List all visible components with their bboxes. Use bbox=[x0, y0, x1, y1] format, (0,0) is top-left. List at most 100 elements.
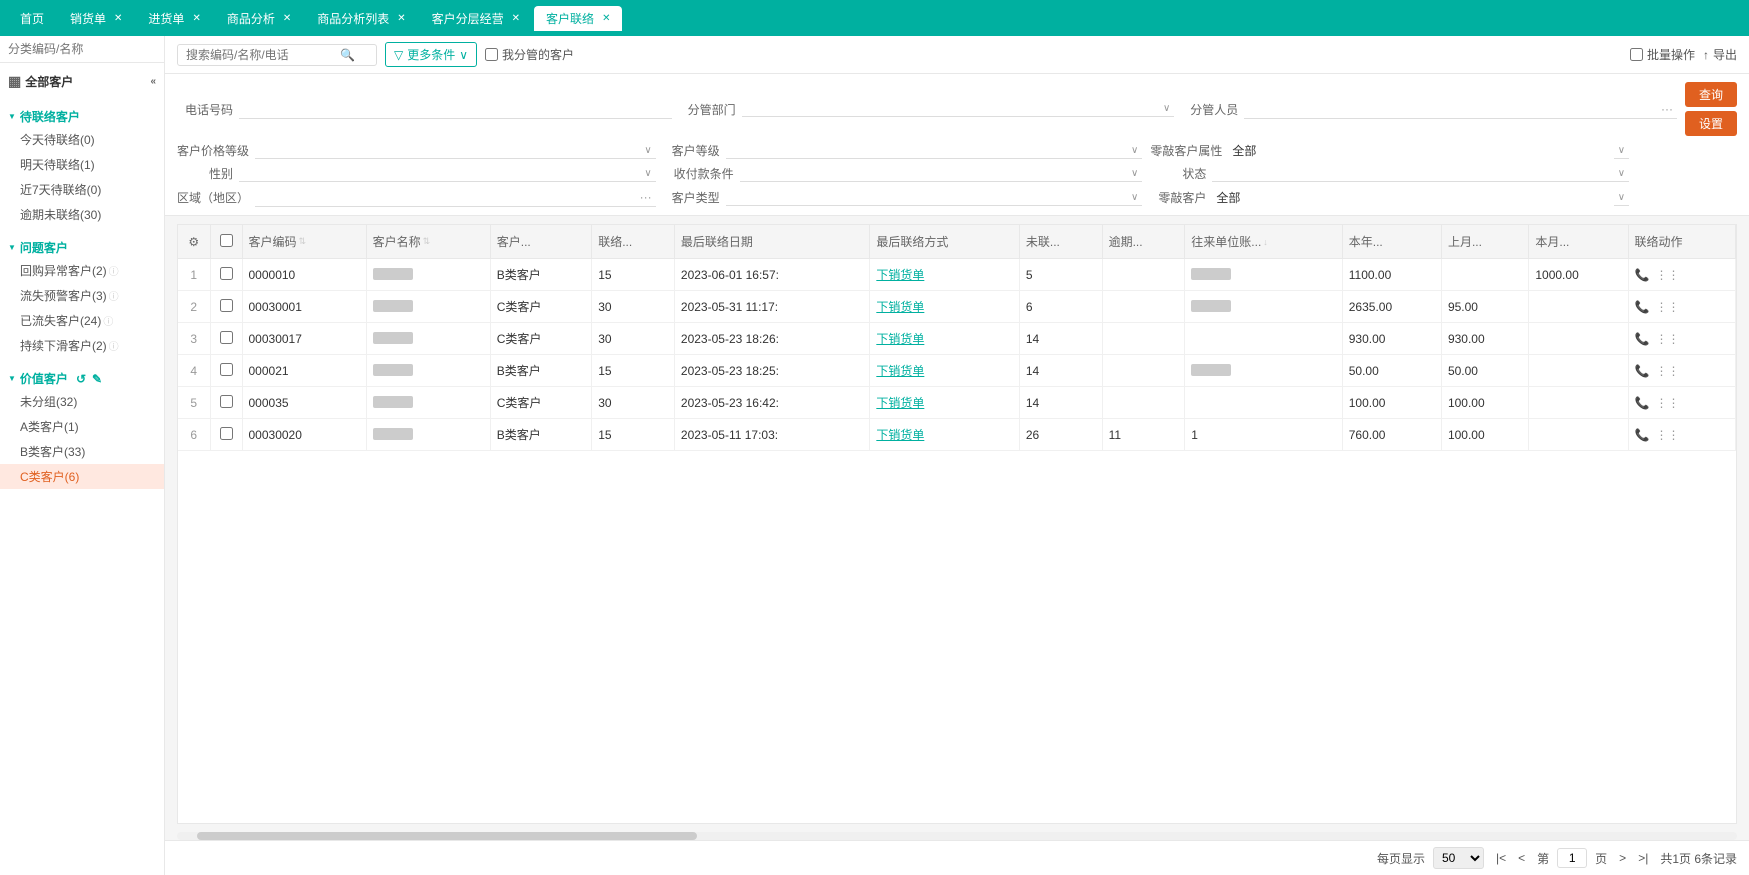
per-page-select[interactable]: 50 100 200 bbox=[1433, 847, 1484, 869]
sidebar-all-customers[interactable]: ▦ 全部客户 « bbox=[0, 67, 164, 96]
row-checkbox[interactable] bbox=[220, 395, 233, 408]
nav-sales-close[interactable]: ✕ bbox=[114, 13, 122, 24]
method-link[interactable]: 下销货单 bbox=[876, 428, 924, 442]
row-method[interactable]: 下销货单 bbox=[870, 291, 1020, 323]
sidebar-item-declining[interactable]: 持续下滑客户(2) ⓘ bbox=[0, 333, 164, 358]
nav-purchase-close[interactable]: ✕ bbox=[192, 13, 200, 24]
customer-type-select[interactable]: ∨ bbox=[726, 190, 1143, 206]
sidebar-item-class-c[interactable]: C类客户(6) bbox=[0, 464, 164, 489]
sidebar-value-label[interactable]: ▼ 价值客户 ↺ ✎ bbox=[0, 366, 164, 389]
nav-item-sales[interactable]: 销货单 ✕ bbox=[58, 6, 134, 31]
sidebar-pending-label[interactable]: ▼ 待联络客户 bbox=[0, 104, 164, 127]
sidebar-item-ungrouped[interactable]: 未分组(32) bbox=[0, 389, 164, 414]
row-method[interactable]: 下销货单 bbox=[870, 259, 1020, 291]
nav-product-list-close[interactable]: ✕ bbox=[397, 13, 405, 24]
batch-op-label: 批量操作 bbox=[1647, 46, 1695, 63]
edit-icon[interactable]: ✎ bbox=[92, 372, 102, 386]
method-link[interactable]: 下销货单 bbox=[876, 300, 924, 314]
action-more-icon[interactable]: ⋮⋮ bbox=[1656, 396, 1680, 410]
method-link[interactable]: 下销货单 bbox=[876, 396, 924, 410]
nav-customer-contact-close[interactable]: ✕ bbox=[602, 13, 610, 24]
page-number-input[interactable] bbox=[1557, 848, 1587, 868]
query-button[interactable]: 查询 bbox=[1685, 82, 1737, 107]
row-method[interactable]: 下销货单 bbox=[870, 323, 1020, 355]
nav-product-analysis-close[interactable]: ✕ bbox=[283, 13, 291, 24]
sidebar-item-churned[interactable]: 已流失客户(24) ⓘ bbox=[0, 308, 164, 333]
action-more-icon[interactable]: ⋮⋮ bbox=[1656, 428, 1680, 442]
row-checkbox[interactable] bbox=[220, 299, 233, 312]
action-phone-icon[interactable]: 📞 bbox=[1635, 300, 1650, 314]
nav-item-customer-contact[interactable]: 客户联络 ✕ bbox=[534, 6, 622, 31]
sidebar-item-tomorrow[interactable]: 明天待联络(1) bbox=[0, 152, 164, 177]
action-phone-icon[interactable]: 📞 bbox=[1635, 428, 1650, 442]
nav-item-customer-tier[interactable]: 客户分层经营 ✕ bbox=[420, 6, 532, 31]
gender-arrow: ∨ bbox=[644, 168, 651, 179]
row-checkbox[interactable] bbox=[220, 267, 233, 280]
sidebar-item-overdue[interactable]: 逾期未联络(30) bbox=[0, 202, 164, 227]
row-method[interactable]: 下销货单 bbox=[870, 419, 1020, 451]
sidebar-item-churn-warning[interactable]: 流失预警客户(3) ⓘ bbox=[0, 283, 164, 308]
action-phone-icon[interactable]: 📞 bbox=[1635, 332, 1650, 346]
prev-page-btn[interactable]: < bbox=[1514, 850, 1529, 866]
row-method[interactable]: 下销货单 bbox=[870, 387, 1020, 419]
gender-select[interactable]: ∨ bbox=[239, 166, 656, 182]
row-checkbox[interactable] bbox=[220, 427, 233, 440]
dept-label: 分管部门 bbox=[680, 101, 736, 118]
action-phone-icon[interactable]: 📞 bbox=[1635, 396, 1650, 410]
my-customers-checkbox[interactable] bbox=[485, 48, 498, 61]
price-select[interactable]: ∨ bbox=[255, 143, 656, 159]
sidebar-search-input[interactable] bbox=[8, 42, 163, 56]
region-select[interactable]: ··· bbox=[255, 188, 656, 207]
retail-attr-select[interactable]: ∨ bbox=[1614, 143, 1629, 159]
scrollbar-thumb[interactable] bbox=[197, 832, 697, 840]
row-checkbox[interactable] bbox=[220, 363, 233, 376]
action-more-icon[interactable]: ⋮⋮ bbox=[1656, 300, 1680, 314]
sidebar-item-today[interactable]: 今天待联络(0) bbox=[0, 127, 164, 152]
nav-item-purchase[interactable]: 进货单 ✕ bbox=[136, 6, 212, 31]
sidebar-item-repurchase-anomaly[interactable]: 回购异常客户(2) ⓘ bbox=[0, 258, 164, 283]
action-more-icon[interactable]: ⋮⋮ bbox=[1656, 268, 1680, 282]
method-link[interactable]: 下销货单 bbox=[876, 364, 924, 378]
next-page-btn[interactable]: > bbox=[1615, 850, 1630, 866]
nav-item-product-analysis[interactable]: 商品分析 ✕ bbox=[215, 6, 303, 31]
sidebar-item-7days[interactable]: 近7天待联络(0) bbox=[0, 177, 164, 202]
method-link[interactable]: 下销货单 bbox=[876, 332, 924, 346]
retail-select[interactable]: ∨ bbox=[1614, 190, 1629, 206]
action-more-icon[interactable]: ⋮⋮ bbox=[1656, 364, 1680, 378]
row-date: 2023-05-23 18:26: bbox=[674, 323, 869, 355]
sidebar-item-class-a[interactable]: A类客户(1) bbox=[0, 414, 164, 439]
manager-select[interactable]: ··· bbox=[1244, 100, 1677, 119]
retail-attr-label: 零敲客户属性 bbox=[1150, 142, 1222, 159]
search-icon[interactable]: 🔍 bbox=[340, 48, 355, 62]
action-more-icon[interactable]: ⋮⋮ bbox=[1656, 332, 1680, 346]
dept-select[interactable]: ∨ bbox=[742, 101, 1175, 117]
search-input[interactable] bbox=[186, 48, 336, 62]
settings-button[interactable]: 设置 bbox=[1685, 111, 1737, 136]
region-dots[interactable]: ··· bbox=[640, 190, 652, 204]
batch-op-btn[interactable]: 批量操作 bbox=[1630, 46, 1695, 63]
action-phone-icon[interactable]: 📞 bbox=[1635, 268, 1650, 282]
sidebar-item-class-b[interactable]: B类客户(33) bbox=[0, 439, 164, 464]
payment-select[interactable]: ∨ bbox=[740, 166, 1143, 182]
grade-select[interactable]: ∨ bbox=[726, 143, 1143, 159]
phone-input[interactable] bbox=[239, 100, 672, 119]
nav-item-product-list[interactable]: 商品分析列表 ✕ bbox=[305, 6, 417, 31]
more-conditions-btn[interactable]: ▽ 更多条件 ∨ bbox=[385, 42, 477, 67]
manager-dots[interactable]: ··· bbox=[1661, 102, 1673, 116]
row-checkbox-cell bbox=[210, 291, 242, 323]
select-all-checkbox[interactable] bbox=[220, 234, 233, 247]
col-gear[interactable]: ⚙ bbox=[178, 225, 210, 259]
action-phone-icon[interactable]: 📞 bbox=[1635, 364, 1650, 378]
sidebar-problem-label[interactable]: ▼ 问题客户 bbox=[0, 235, 164, 258]
method-link[interactable]: 下销货单 bbox=[876, 268, 924, 282]
horizontal-scrollbar[interactable] bbox=[177, 832, 1737, 840]
row-method[interactable]: 下销货单 bbox=[870, 355, 1020, 387]
status-select[interactable]: ∨ bbox=[1212, 166, 1629, 182]
last-page-btn[interactable]: >| bbox=[1634, 850, 1652, 866]
export-btn[interactable]: ↑ 导出 bbox=[1703, 46, 1737, 63]
refresh-icon[interactable]: ↺ bbox=[76, 372, 86, 386]
nav-customer-tier-close[interactable]: ✕ bbox=[512, 13, 520, 24]
first-page-btn[interactable]: |< bbox=[1492, 850, 1510, 866]
nav-item-home[interactable]: 首页 bbox=[8, 6, 56, 31]
row-checkbox[interactable] bbox=[220, 331, 233, 344]
